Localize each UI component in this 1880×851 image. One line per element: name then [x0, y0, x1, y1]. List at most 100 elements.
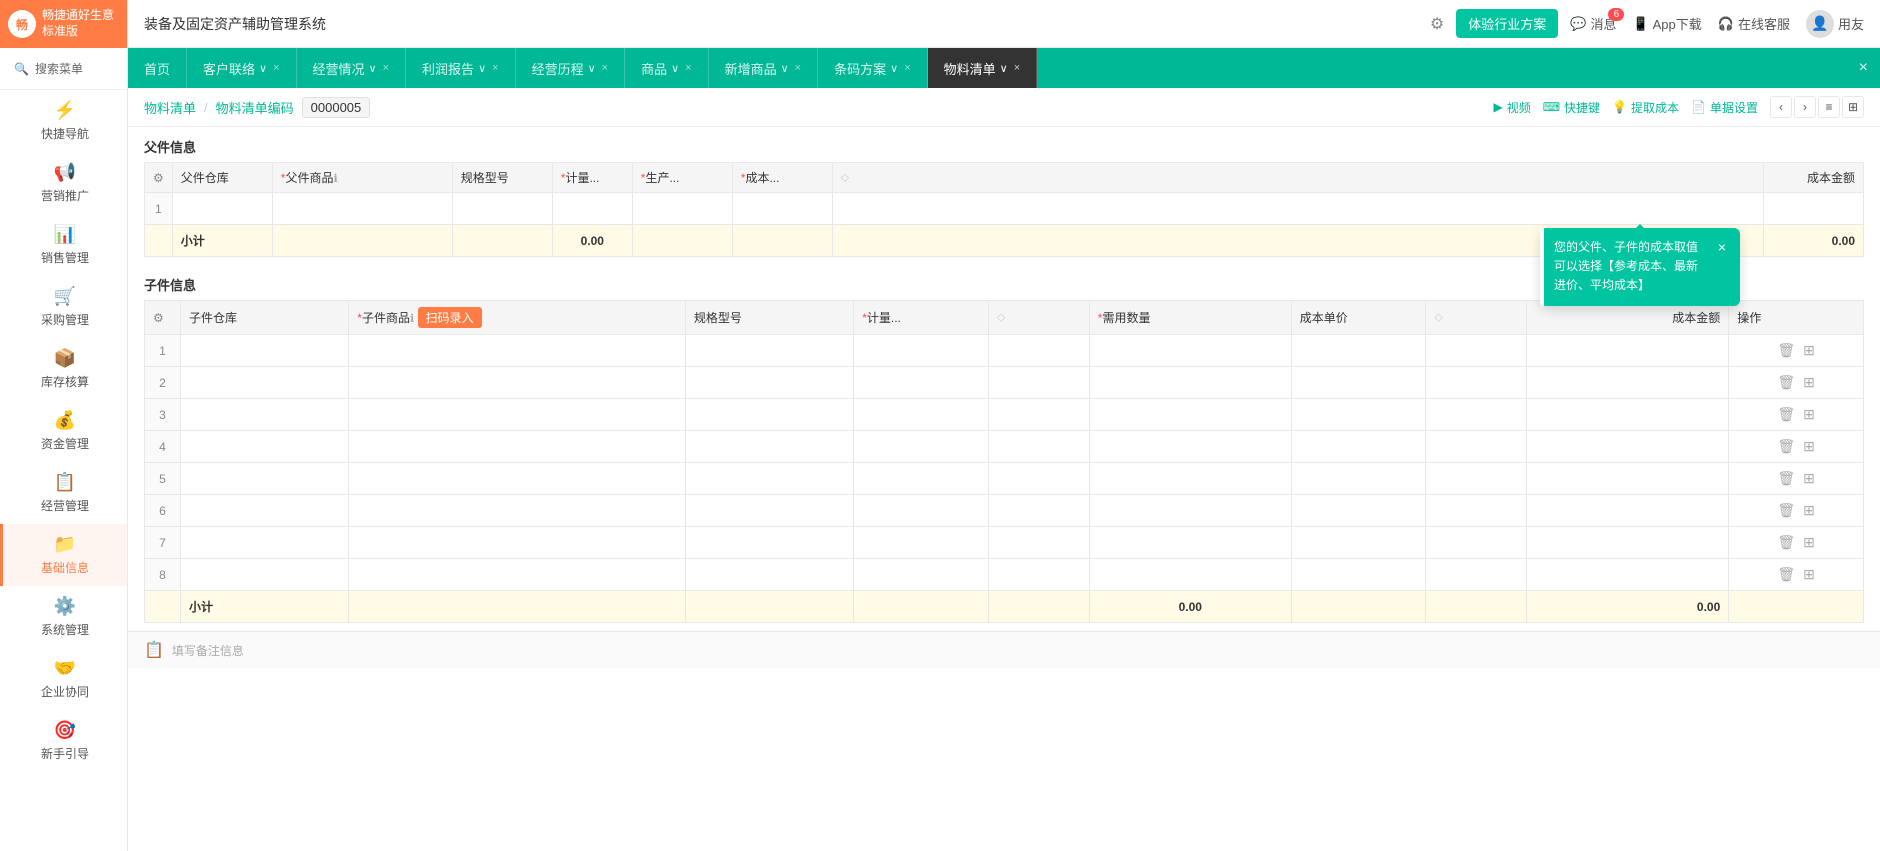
tab-operations[interactable]: 经营情况 ∨ ×	[297, 48, 407, 88]
app-download-button[interactable]: 📱 App下载	[1632, 14, 1701, 33]
gear-button[interactable]: ⚙	[1430, 14, 1444, 34]
child-row2-warehouse[interactable]	[181, 367, 349, 399]
child-row5-spec[interactable]	[685, 463, 853, 495]
child-row3-spec[interactable]	[685, 399, 853, 431]
child-row1-warehouse[interactable]	[181, 335, 349, 367]
child-row4-product[interactable]	[349, 431, 686, 463]
child-row2-unit[interactable]	[854, 367, 989, 399]
child-row6-spec[interactable]	[685, 495, 853, 527]
sidebar-search[interactable]: 🔍 搜索菜单	[0, 48, 127, 90]
child-row8-quantity[interactable]	[1089, 559, 1291, 591]
child-row7-warehouse[interactable]	[181, 527, 349, 559]
child-row5-quantity[interactable]	[1089, 463, 1291, 495]
child-row4-spec[interactable]	[685, 431, 853, 463]
goods-tab-close[interactable]: ×	[685, 62, 691, 74]
shortcut-action[interactable]: ⌨ 快捷键	[1543, 99, 1600, 116]
child-row8-unit-cost[interactable]	[1291, 559, 1426, 591]
sidebar-item-inventory[interactable]: 📦 库存核算	[0, 338, 127, 400]
child-row8-warehouse[interactable]	[181, 559, 349, 591]
tab-bom[interactable]: 物料清单 ∨ ×	[928, 48, 1038, 88]
tooltip-close-button[interactable]: ×	[1718, 236, 1726, 258]
user-avatar[interactable]: 👤 用友	[1806, 10, 1864, 38]
parent-row1-cost-amount[interactable]	[1764, 193, 1864, 225]
nav-expand-btn[interactable]: ⊞	[1842, 96, 1864, 118]
child-row7-product[interactable]	[349, 527, 686, 559]
message-button[interactable]: 💬 消息 6	[1570, 14, 1616, 33]
settings-gear-icon[interactable]: ⚙	[153, 171, 164, 185]
video-action[interactable]: ▶ 视频	[1493, 99, 1530, 116]
parent-row1-unit[interactable]	[552, 193, 632, 225]
delete-icon-3[interactable]: 🗑	[1777, 406, 1795, 423]
nav-menu-btn[interactable]: ≡	[1818, 96, 1840, 118]
child-row5-warehouse[interactable]	[181, 463, 349, 495]
child-row2-cost-amount[interactable]	[1527, 367, 1729, 399]
sidebar-item-purchase[interactable]: 🛒 采购管理	[0, 276, 127, 338]
tab-home[interactable]: 首页	[128, 48, 187, 88]
child-row2-spec[interactable]	[685, 367, 853, 399]
child-row7-unit-cost[interactable]	[1291, 527, 1426, 559]
search-button[interactable]: 🔍 搜索菜单	[8, 56, 119, 81]
child-row1-cost-amount[interactable]	[1527, 335, 1729, 367]
child-row4-unit[interactable]	[854, 431, 989, 463]
child-row2-quantity[interactable]	[1089, 367, 1291, 399]
child-row2-unit-cost[interactable]	[1291, 367, 1426, 399]
parent-th-settings[interactable]: ⚙	[145, 163, 173, 193]
customers-tab-close[interactable]: ×	[273, 62, 279, 74]
child-row6-unit[interactable]	[854, 495, 989, 527]
breadcrumb-item1[interactable]: 物料清单	[144, 98, 196, 117]
child-row5-unit[interactable]	[854, 463, 989, 495]
sidebar-item-finance[interactable]: 💰 资金管理	[0, 400, 127, 462]
tab-history[interactable]: 经营历程 ∨ ×	[516, 48, 626, 88]
child-row3-product[interactable]	[349, 399, 686, 431]
scan-button[interactable]: 扫码录入	[418, 307, 482, 328]
child-row3-unit-cost[interactable]	[1291, 399, 1426, 431]
child-row6-cost-amount[interactable]	[1527, 495, 1729, 527]
child-row7-quantity[interactable]	[1089, 527, 1291, 559]
parent-row1-producer[interactable]	[632, 193, 732, 225]
child-settings-icon[interactable]: ⚙	[153, 311, 164, 325]
barcode-tab-close[interactable]: ×	[904, 62, 910, 74]
child-row4-warehouse[interactable]	[181, 431, 349, 463]
sidebar-item-basic-info[interactable]: 📁 基础信息	[0, 524, 127, 586]
tab-profit[interactable]: 利润报告 ∨ ×	[406, 48, 516, 88]
close-all-tabs[interactable]: ×	[1847, 59, 1880, 77]
delete-icon-8[interactable]: 🗑	[1777, 566, 1795, 583]
child-row1-unit-cost[interactable]	[1291, 335, 1426, 367]
note-placeholder[interactable]: 填写备注信息	[172, 642, 244, 659]
child-row6-quantity[interactable]	[1089, 495, 1291, 527]
copy-icon-8[interactable]: ⊞	[1803, 566, 1815, 583]
child-row1-spec[interactable]	[685, 335, 853, 367]
delete-icon-5[interactable]: 🗑	[1777, 470, 1795, 487]
delete-icon-7[interactable]: 🗑	[1777, 534, 1795, 551]
copy-icon-1[interactable]: ⊞	[1803, 342, 1815, 359]
child-row8-product[interactable]	[349, 559, 686, 591]
copy-icon-5[interactable]: ⊞	[1803, 470, 1815, 487]
child-row7-cost-amount[interactable]	[1527, 527, 1729, 559]
copy-icon-6[interactable]: ⊞	[1803, 502, 1815, 519]
note-icon[interactable]: 📋	[144, 640, 164, 660]
copy-icon-4[interactable]: ⊞	[1803, 438, 1815, 455]
single-settings-action[interactable]: 📄 单据设置	[1691, 99, 1758, 116]
history-tab-close[interactable]: ×	[602, 62, 608, 74]
parent-row1-product[interactable]	[272, 193, 452, 225]
delete-icon-4[interactable]: 🗑	[1777, 438, 1795, 455]
tab-customers[interactable]: 客户联络 ∨ ×	[187, 48, 297, 88]
delete-icon-1[interactable]: 🗑	[1777, 342, 1795, 359]
child-row7-unit[interactable]	[854, 527, 989, 559]
copy-icon-2[interactable]: ⊞	[1803, 374, 1815, 391]
child-row3-cost-amount[interactable]	[1527, 399, 1729, 431]
child-row4-cost-amount[interactable]	[1527, 431, 1729, 463]
child-row5-product[interactable]	[349, 463, 686, 495]
child-row2-product[interactable]	[349, 367, 686, 399]
trial-button[interactable]: 体验行业方案	[1456, 9, 1558, 38]
sidebar-item-quick-nav[interactable]: ⚡ 快捷导航	[0, 90, 127, 152]
bom-tab-close[interactable]: ×	[1014, 62, 1020, 74]
delete-icon-6[interactable]: 🗑	[1777, 502, 1795, 519]
child-row1-unit[interactable]	[854, 335, 989, 367]
breadcrumb-item2[interactable]: 物料清单编码	[216, 98, 294, 117]
sidebar-item-system[interactable]: ⚙️ 系统管理	[0, 586, 127, 648]
parent-row1-spec[interactable]	[452, 193, 552, 225]
child-row1-product[interactable]	[349, 335, 686, 367]
child-row8-spec[interactable]	[685, 559, 853, 591]
new-goods-tab-close[interactable]: ×	[795, 62, 801, 74]
